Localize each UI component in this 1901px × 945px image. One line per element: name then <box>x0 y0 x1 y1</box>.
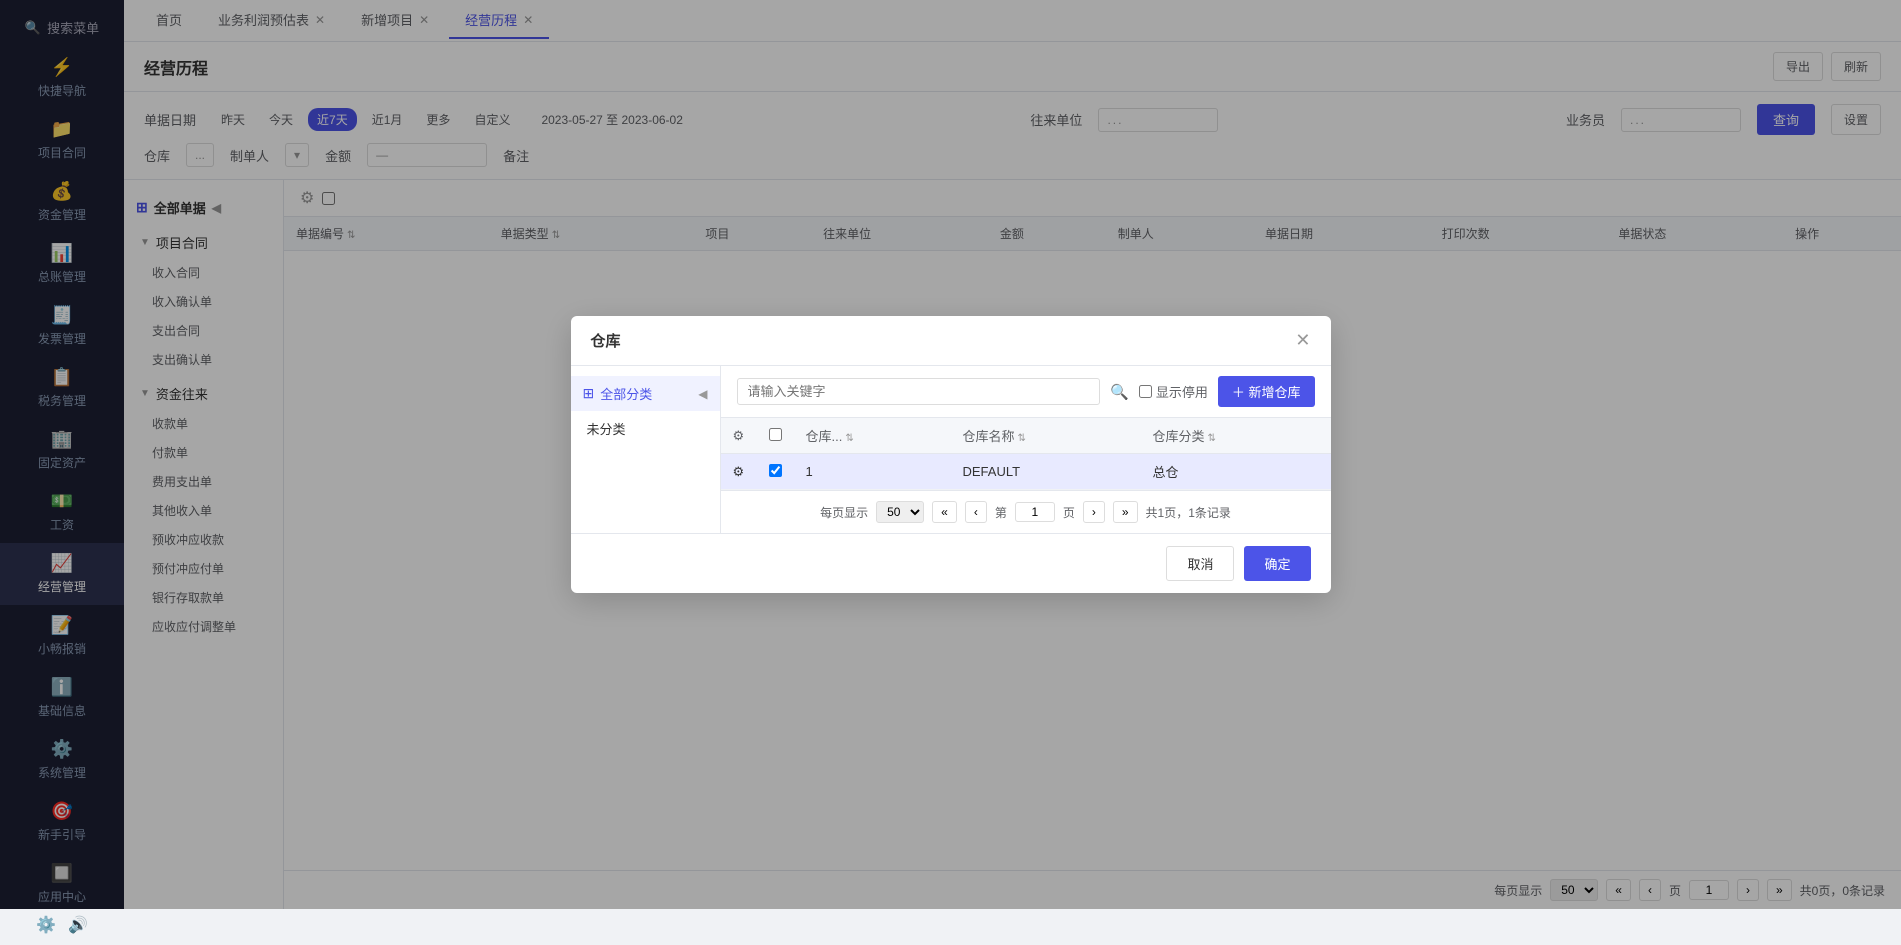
row-id: 1 <box>794 454 951 490</box>
modal-page-size-select[interactable]: 50 <box>876 501 924 523</box>
modal-table-wrap: ⚙ 仓库...⇅ 仓库名称⇅ 仓库分类⇅ ⚙ 1 <box>721 418 1331 490</box>
category-all-label: 全部分类 <box>600 384 652 403</box>
settings-bottom-icon[interactable]: ⚙️ <box>36 915 56 935</box>
warehouse-modal: 仓库 ✕ ⊞ 全部分类 ◀ 未分类 🔍 <box>571 316 1331 593</box>
modal-table-header: ⚙ 仓库...⇅ 仓库名称⇅ 仓库分类⇅ <box>721 418 1331 454</box>
modal-col-name: 仓库名称⇅ <box>951 418 1141 454</box>
confirm-button[interactable]: 确定 <box>1244 546 1310 581</box>
row-checkbox[interactable] <box>757 454 794 490</box>
modal-col-checkbox <box>757 418 794 454</box>
modal-search-input[interactable] <box>737 378 1101 405</box>
modal-title: 仓库 <box>591 330 621 351</box>
row-name: 总仓 <box>1140 454 1330 490</box>
modal-footer: 取消 确定 <box>571 533 1331 593</box>
modal-table: ⚙ 仓库...⇅ 仓库名称⇅ 仓库分类⇅ ⚙ 1 <box>721 418 1331 490</box>
modal-pagination: 每页显示 50 « ‹ 第 页 › » 共1页，1条记录 <box>721 490 1331 533</box>
modal-page-suffix: 页 <box>1063 504 1075 521</box>
show-disabled-text: 显示停用 <box>1156 382 1208 401</box>
sidebar-bottom: ⚙️ 🔊 <box>36 915 88 945</box>
modal-col-code: 仓库...⇅ <box>794 418 951 454</box>
modal-table-row[interactable]: ⚙ 1 DEFAULT 总仓 <box>721 454 1331 490</box>
category-all[interactable]: ⊞ 全部分类 ◀ <box>571 376 720 411</box>
modal-page-input[interactable] <box>1015 502 1055 522</box>
modal-close-button[interactable]: ✕ <box>1295 330 1310 351</box>
modal-total-label: 共1页，1条记录 <box>1146 504 1231 521</box>
modal-toolbar: 🔍 显示停用 ＋ 新增仓库 <box>721 366 1331 418</box>
modal-right-panel: 🔍 显示停用 ＋ 新增仓库 ⚙ 仓库...⇅ <box>721 366 1331 533</box>
category-icon: ⊞ <box>583 385 595 402</box>
modal-category-panel: ⊞ 全部分类 ◀ 未分类 <box>571 366 721 533</box>
modal-select-all[interactable] <box>769 428 782 441</box>
modal-body: ⊞ 全部分类 ◀ 未分类 🔍 显示停用 ＋ 新增仓库 <box>571 366 1331 533</box>
modal-first-page-btn[interactable]: « <box>932 501 957 523</box>
show-disabled-label: 显示停用 <box>1139 382 1208 401</box>
add-warehouse-button[interactable]: ＋ 新增仓库 <box>1218 376 1315 407</box>
cancel-button[interactable]: 取消 <box>1166 546 1234 581</box>
modal-col-category: 仓库分类⇅ <box>1140 418 1330 454</box>
modal-page-prefix: 第 <box>995 504 1007 521</box>
modal-prev-page-btn[interactable]: ‹ <box>965 501 987 523</box>
show-disabled-checkbox[interactable] <box>1139 385 1152 398</box>
modal-last-page-btn[interactable]: » <box>1113 501 1138 523</box>
modal-header: 仓库 ✕ <box>571 316 1331 366</box>
modal-next-page-btn[interactable]: › <box>1083 501 1105 523</box>
modal-col-settings: ⚙ <box>721 418 757 454</box>
modal-search-button[interactable]: 🔍 <box>1110 383 1129 401</box>
modal-per-page-label: 每页显示 <box>820 504 868 521</box>
category-collapse-icon[interactable]: ◀ <box>698 387 707 401</box>
row-settings[interactable]: ⚙ <box>721 454 757 490</box>
row-code: DEFAULT <box>951 454 1141 490</box>
sound-icon[interactable]: 🔊 <box>68 915 88 935</box>
category-unclassified[interactable]: 未分类 <box>571 411 720 446</box>
modal-table-body: ⚙ 1 DEFAULT 总仓 <box>721 454 1331 490</box>
modal-overlay: 仓库 ✕ ⊞ 全部分类 ◀ 未分类 🔍 <box>0 0 1901 909</box>
